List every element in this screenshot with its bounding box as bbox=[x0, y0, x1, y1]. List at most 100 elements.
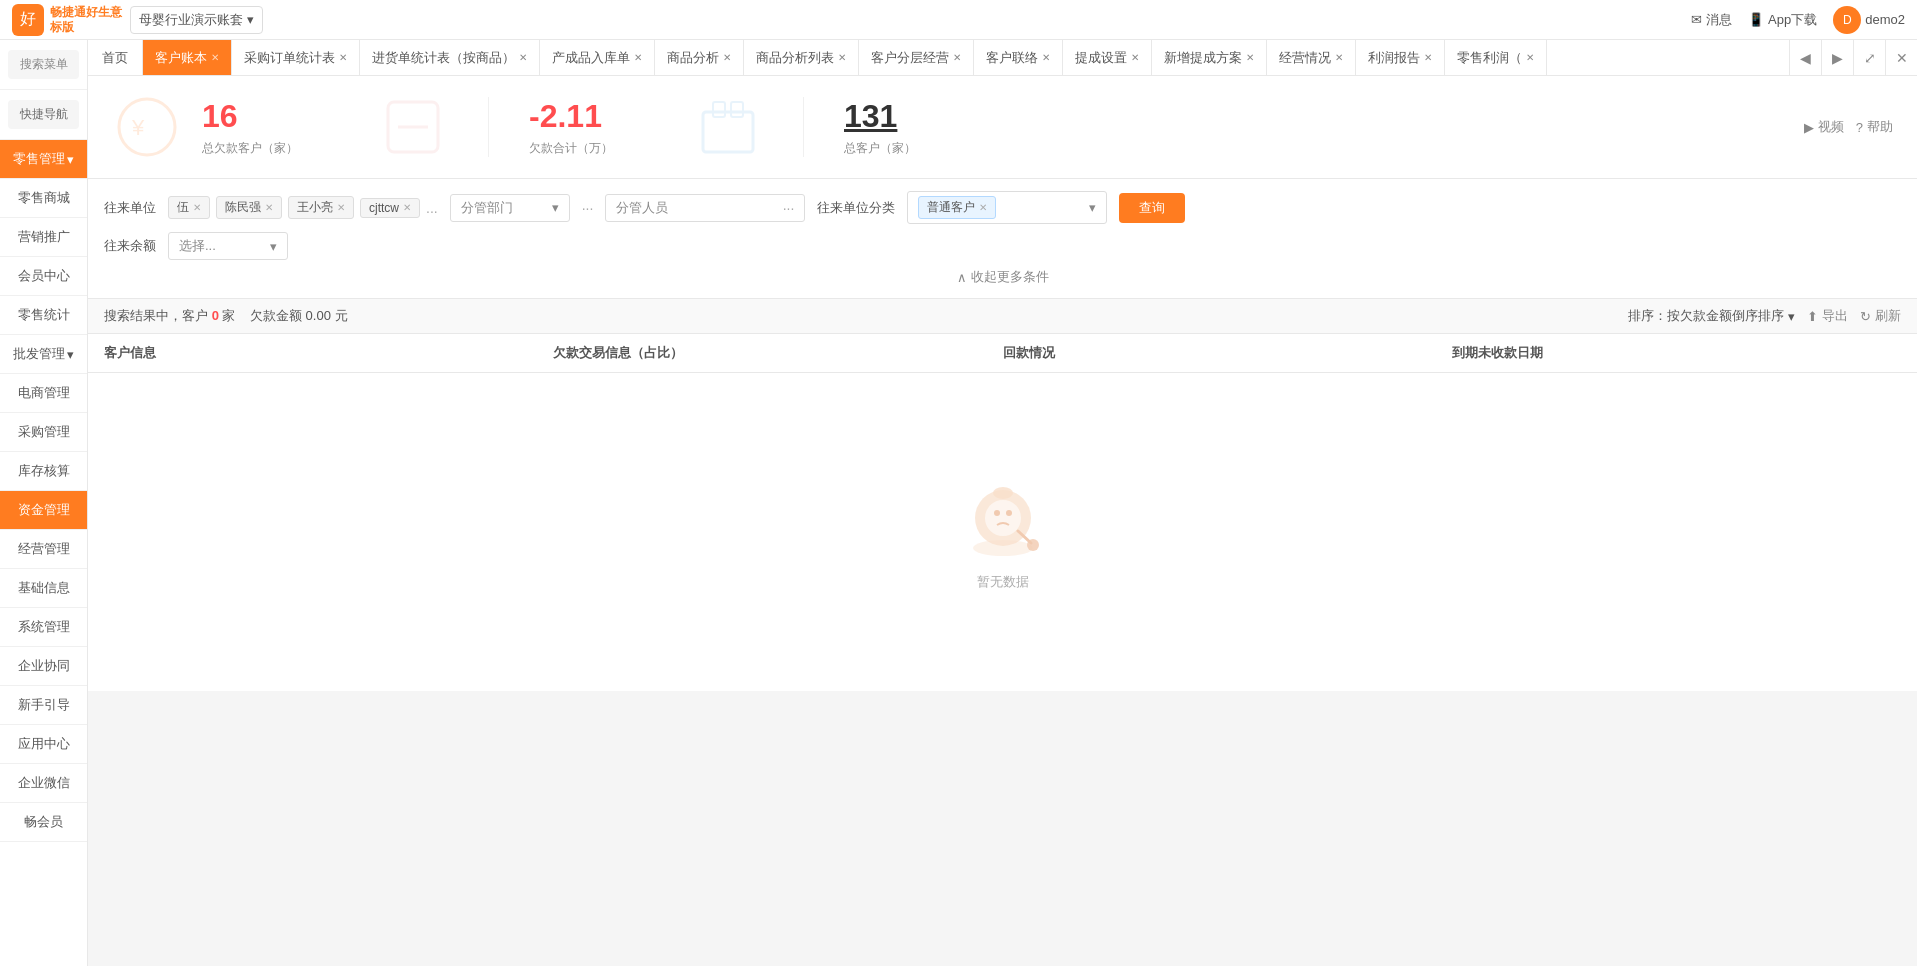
refresh-btn[interactable]: ↻ 刷新 bbox=[1860, 307, 1901, 325]
message-btn[interactable]: ✉ 消息 bbox=[1691, 11, 1732, 29]
store-selector[interactable]: 母婴行业演示账套 ▾ bbox=[130, 6, 263, 34]
sort-select[interactable]: 排序：按欠款金额倒序排序 ▾ bbox=[1628, 307, 1795, 325]
tab-close-icon[interactable]: ✕ bbox=[1335, 52, 1343, 63]
tab-purchase-order-stats[interactable]: 采购订单统计表 ✕ bbox=[232, 40, 360, 76]
stats-icon-3 bbox=[693, 92, 763, 162]
collapse-filter-btn[interactable]: ∧ 收起更多条件 bbox=[104, 268, 1901, 286]
sidebar-item-basic-info[interactable]: 基础信息 bbox=[0, 569, 87, 608]
tab-operations-status[interactable]: 经营情况 ✕ bbox=[1267, 40, 1356, 76]
user-avatar-area[interactable]: D demo2 bbox=[1833, 6, 1905, 34]
help-btn[interactable]: ? 帮助 bbox=[1856, 118, 1893, 136]
unit-category-label: 往来单位分类 bbox=[817, 199, 895, 217]
results-bar: 搜索结果中，客户 0 家 欠款金额 0.00 元 排序：按欠款金额倒序排序 ▾ … bbox=[88, 299, 1917, 334]
tab-close-all-btn[interactable]: ✕ bbox=[1885, 40, 1917, 76]
quick-nav-button[interactable]: 快捷导航 bbox=[8, 100, 79, 129]
tab-customer-contact[interactable]: 客户联络 ✕ bbox=[974, 40, 1063, 76]
sidebar-item-newbie-guide[interactable]: 新手引导 bbox=[0, 686, 87, 725]
page-content: ¥ 16 总欠款客户（家） -2.11 欠款合计（万） bbox=[88, 76, 1917, 966]
export-btn[interactable]: ⬆ 导出 bbox=[1807, 307, 1848, 325]
tab-close-icon[interactable]: ✕ bbox=[723, 52, 731, 63]
sidebar-item-system-mgmt[interactable]: 系统管理 bbox=[0, 608, 87, 647]
stat-total-credit-customers: 16 总欠款客户（家） bbox=[202, 97, 338, 156]
tab-profit-report[interactable]: 利润报告 ✕ bbox=[1356, 40, 1445, 76]
tab-close-icon[interactable]: ✕ bbox=[211, 52, 219, 63]
tab-product-analysis[interactable]: 商品分析 ✕ bbox=[655, 40, 744, 76]
tab-product-inbound[interactable]: 产成品入库单 ✕ bbox=[540, 40, 655, 76]
sidebar-item-retail-mgmt[interactable]: 零售管理 ▾ bbox=[0, 140, 87, 179]
sidebar-item-batch-mgmt[interactable]: 批发管理 ▾ bbox=[0, 335, 87, 374]
tab-close-icon[interactable]: ✕ bbox=[1246, 52, 1254, 63]
balance-select[interactable]: 选择... ▾ bbox=[168, 232, 288, 260]
tab-close-icon[interactable]: ✕ bbox=[1131, 52, 1139, 63]
sidebar-item-enterprise-wechat[interactable]: 企业微信 bbox=[0, 764, 87, 803]
svg-point-11 bbox=[1006, 510, 1012, 516]
tab-scroll-right-btn[interactable]: ▶ bbox=[1821, 40, 1853, 76]
unit-category-select[interactable]: 普通客户 ✕ ▾ bbox=[907, 191, 1107, 224]
tag-close-icon[interactable]: ✕ bbox=[265, 202, 273, 213]
filter-tag-cjttcw[interactable]: cjttcw ✕ bbox=[360, 198, 420, 218]
filter-row-1: 往来单位 伍 ✕ 陈民强 ✕ 王小亮 ✕ bbox=[104, 191, 1901, 224]
chevron-down-icon: ▾ bbox=[1788, 309, 1795, 324]
tag-close-icon[interactable]: ✕ bbox=[979, 202, 987, 213]
sidebar-item-inventory[interactable]: 库存核算 bbox=[0, 452, 87, 491]
tag-close-icon[interactable]: ✕ bbox=[337, 202, 345, 213]
svg-text:¥: ¥ bbox=[131, 115, 145, 140]
tab-close-icon[interactable]: ✕ bbox=[953, 52, 961, 63]
query-button[interactable]: 查询 bbox=[1119, 193, 1185, 223]
tab-new-commission[interactable]: 新增提成方案 ✕ bbox=[1152, 40, 1267, 76]
tab-close-icon[interactable]: ✕ bbox=[1042, 52, 1050, 63]
video-btn[interactable]: ▶ 视频 bbox=[1804, 118, 1844, 136]
search-menu-button[interactable]: 搜索菜单 bbox=[8, 50, 79, 79]
sidebar-item-operations[interactable]: 经营管理 bbox=[0, 530, 87, 569]
dept-clear-icon[interactable]: ··· bbox=[582, 200, 594, 216]
tab-inbound-stats[interactable]: 进货单统计表（按商品） ✕ bbox=[360, 40, 540, 76]
tab-close-icon[interactable]: ✕ bbox=[1424, 52, 1432, 63]
filter-area: 往来单位 伍 ✕ 陈民强 ✕ 王小亮 ✕ bbox=[88, 179, 1917, 299]
dept-filter-select[interactable]: 分管部门 ▾ bbox=[450, 194, 570, 222]
sidebar-item-member-center[interactable]: 会员中心 bbox=[0, 257, 87, 296]
sidebar-item-ecommerce[interactable]: 电商管理 bbox=[0, 374, 87, 413]
person-clear-icon[interactable]: ··· bbox=[783, 200, 795, 216]
sidebar-item-enterprise-coop[interactable]: 企业协同 bbox=[0, 647, 87, 686]
sidebar-item-app-center[interactable]: 应用中心 bbox=[0, 725, 87, 764]
category-tag-normal[interactable]: 普通客户 ✕ bbox=[918, 196, 996, 219]
tab-product-analysis-list[interactable]: 商品分析列表 ✕ bbox=[744, 40, 859, 76]
tab-customer-segment[interactable]: 客户分层经营 ✕ bbox=[859, 40, 974, 76]
sidebar-item-retail-mall[interactable]: 零售商城 bbox=[0, 179, 87, 218]
tab-customer-book[interactable]: 客户账本 ✕ bbox=[143, 40, 232, 76]
filter-tag-wu[interactable]: 伍 ✕ bbox=[168, 196, 210, 219]
tab-close-icon[interactable]: ✕ bbox=[634, 52, 642, 63]
export-icon: ⬆ bbox=[1807, 309, 1818, 324]
sidebar-item-vip-member[interactable]: 畅会员 bbox=[0, 803, 87, 842]
help-icon: ? bbox=[1856, 120, 1863, 135]
sidebar-item-purchase-mgmt[interactable]: 采购管理 bbox=[0, 413, 87, 452]
tab-scroll-left-btn[interactable]: ◀ bbox=[1789, 40, 1821, 76]
logo-icon: 好 bbox=[12, 4, 44, 36]
tag-close-icon[interactable]: ✕ bbox=[193, 202, 201, 213]
app-download-btn[interactable]: 📱 App下载 bbox=[1748, 11, 1817, 29]
filter-tag-chen[interactable]: 陈民强 ✕ bbox=[216, 196, 282, 219]
results-actions: 排序：按欠款金额倒序排序 ▾ ⬆ 导出 ↻ 刷新 bbox=[1628, 307, 1901, 325]
sidebar-item-marketing[interactable]: 营销推广 bbox=[0, 218, 87, 257]
stats-icon-1: ¥ bbox=[112, 92, 182, 162]
filter-tag-wang[interactable]: 王小亮 ✕ bbox=[288, 196, 354, 219]
tab-close-icon[interactable]: ✕ bbox=[838, 52, 846, 63]
tab-maximize-btn[interactable]: ⤢ bbox=[1853, 40, 1885, 76]
tag-close-icon[interactable]: ✕ bbox=[403, 202, 411, 213]
tab-close-icon[interactable]: ✕ bbox=[1526, 52, 1534, 63]
tab-commission-settings[interactable]: 提成设置 ✕ bbox=[1063, 40, 1152, 76]
person-filter-input[interactable]: 分管人员 ··· bbox=[605, 194, 805, 222]
tab-home[interactable]: 首页 bbox=[88, 40, 143, 76]
sidebar-item-capital-mgmt[interactable]: 资金管理 bbox=[0, 491, 87, 530]
svg-rect-5 bbox=[713, 102, 725, 117]
filter-more-btn[interactable]: ... bbox=[426, 200, 438, 216]
logo-area: 好 畅捷通好生意 标版 bbox=[12, 4, 122, 36]
chevron-icon: ▾ bbox=[67, 152, 74, 167]
tab-close-icon[interactable]: ✕ bbox=[519, 52, 527, 63]
quick-nav-area: 快捷导航 bbox=[0, 90, 87, 140]
sidebar-item-retail-stats[interactable]: 零售统计 bbox=[0, 296, 87, 335]
tab-close-icon[interactable]: ✕ bbox=[339, 52, 347, 63]
col-repayment: 回款情况 bbox=[1003, 344, 1452, 362]
table-header: 客户信息 欠款交易信息（占比） 回款情况 到期未收款日期 bbox=[88, 334, 1917, 373]
tab-retail-profit[interactable]: 零售利润（ ✕ bbox=[1445, 40, 1547, 76]
